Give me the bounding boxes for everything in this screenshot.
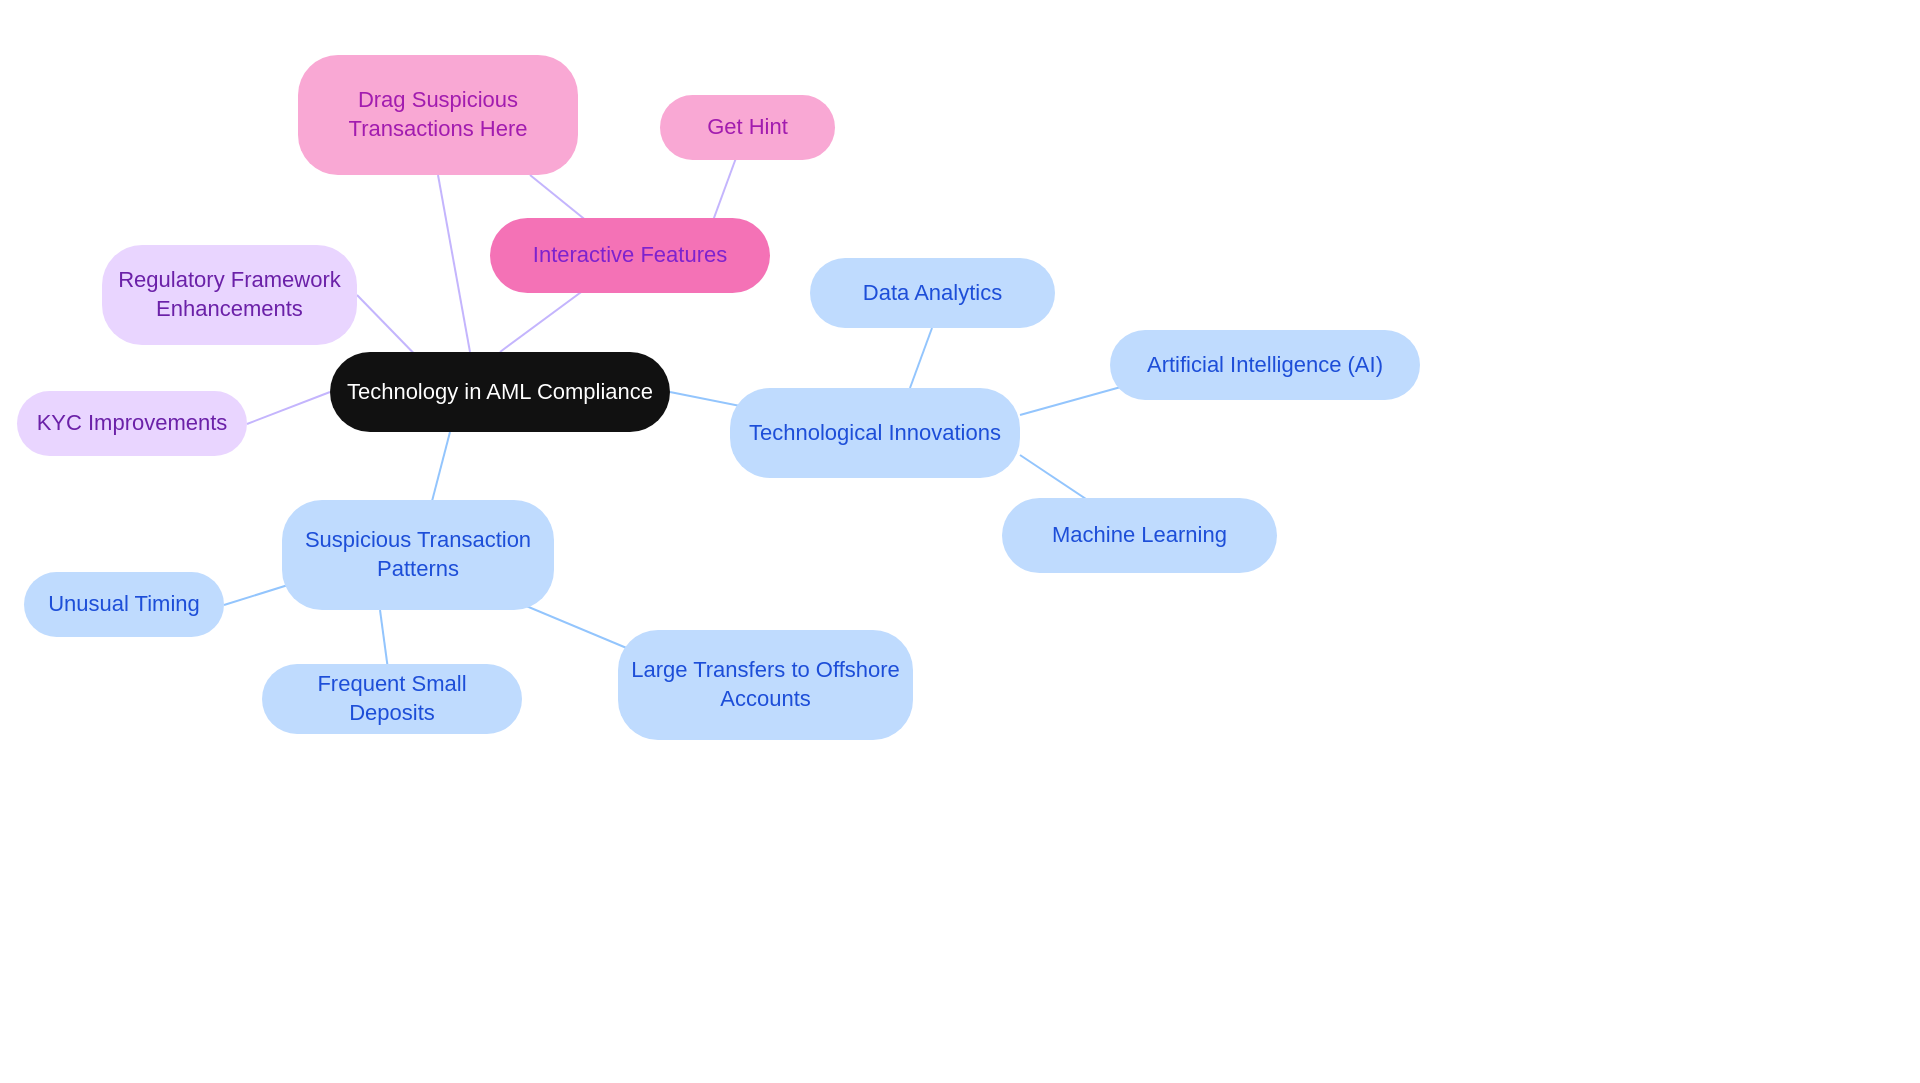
suspicious-node[interactable]: Suspicious Transaction Patterns bbox=[282, 500, 554, 610]
large-node-label: Large Transfers to Offshore Accounts bbox=[618, 656, 913, 713]
interactive-node[interactable]: Interactive Features bbox=[490, 218, 770, 293]
regulatory-node[interactable]: Regulatory Framework Enhancements bbox=[102, 245, 357, 345]
tech-node-label: Technological Innovations bbox=[739, 419, 1011, 448]
ai-node[interactable]: Artificial Intelligence (AI) bbox=[1110, 330, 1420, 400]
kyc-node[interactable]: KYC Improvements bbox=[17, 391, 247, 456]
regulatory-node-label: Regulatory Framework Enhancements bbox=[102, 266, 357, 323]
ml-node-label: Machine Learning bbox=[1042, 521, 1237, 550]
ai-node-label: Artificial Intelligence (AI) bbox=[1137, 351, 1393, 380]
unusual-node-label: Unusual Timing bbox=[38, 590, 210, 619]
frequent-node-label: Frequent Small Deposits bbox=[262, 670, 522, 727]
kyc-node-label: KYC Improvements bbox=[27, 409, 238, 438]
svg-line-0 bbox=[438, 175, 470, 352]
analytics-node-label: Data Analytics bbox=[853, 279, 1012, 308]
unusual-node[interactable]: Unusual Timing bbox=[24, 572, 224, 637]
svg-line-5 bbox=[247, 392, 330, 424]
analytics-node[interactable]: Data Analytics bbox=[810, 258, 1055, 328]
frequent-node[interactable]: Frequent Small Deposits bbox=[262, 664, 522, 734]
hint-node-label: Get Hint bbox=[697, 113, 798, 142]
drag-node-label: Drag Suspicious Transactions Here bbox=[298, 86, 578, 143]
svg-line-11 bbox=[910, 328, 932, 388]
drag-node[interactable]: Drag Suspicious Transactions Here bbox=[298, 55, 578, 175]
large-node[interactable]: Large Transfers to Offshore Accounts bbox=[618, 630, 913, 740]
interactive-node-label: Interactive Features bbox=[523, 241, 737, 270]
center-node[interactable]: Technology in AML Compliance bbox=[330, 352, 670, 432]
tech-node[interactable]: Technological Innovations bbox=[730, 388, 1020, 478]
center-node-label: Technology in AML Compliance bbox=[337, 378, 663, 407]
ml-node[interactable]: Machine Learning bbox=[1002, 498, 1277, 573]
suspicious-node-label: Suspicious Transaction Patterns bbox=[282, 526, 554, 583]
hint-node[interactable]: Get Hint bbox=[660, 95, 835, 160]
